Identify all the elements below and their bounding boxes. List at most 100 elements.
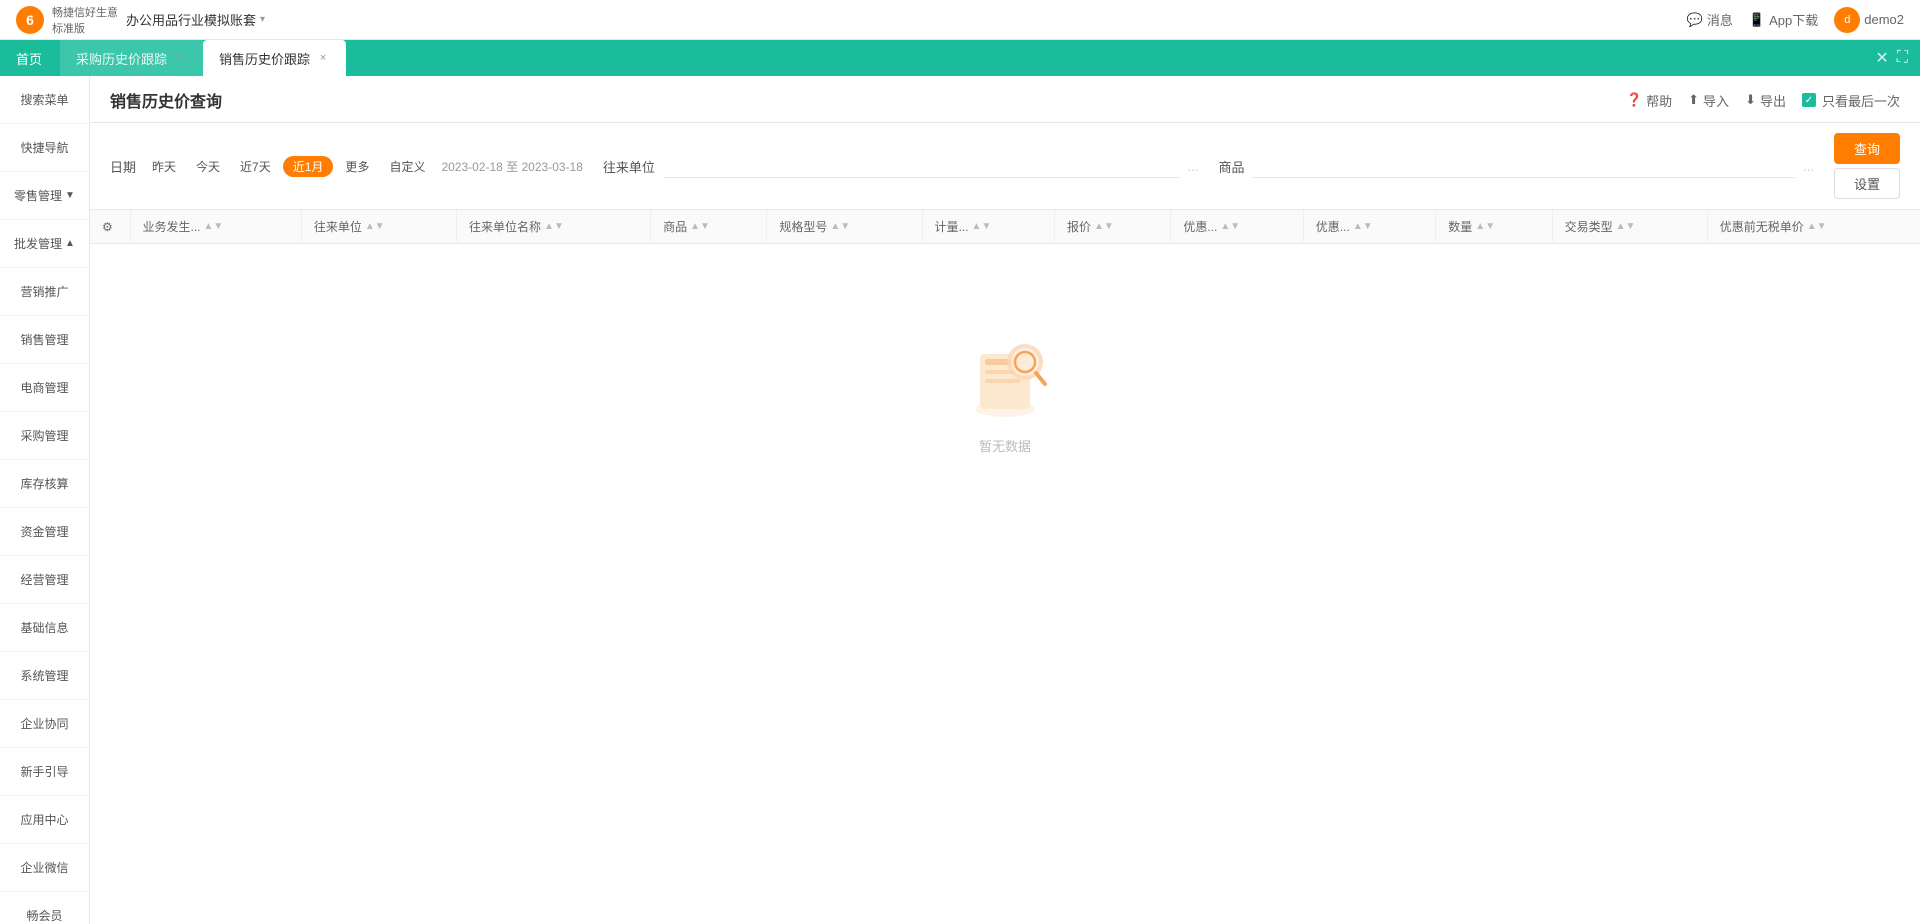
sidebar-item-marketing[interactable]: 营销推广 xyxy=(0,268,89,316)
product-input[interactable] xyxy=(1252,154,1795,178)
retail-mgmt-label: 零售管理 xyxy=(14,187,62,204)
message-button[interactable]: 💬 消息 xyxy=(1687,10,1733,29)
finance-label: 资金管理 xyxy=(20,523,68,540)
sidebar-item-ecommerce[interactable]: 电商管理 xyxy=(0,364,89,412)
query-button[interactable]: 查询 xyxy=(1834,133,1900,164)
tab-sales-history[interactable]: 销售历史价跟踪 × xyxy=(203,40,346,76)
sort-icon: ▲▼ xyxy=(1094,222,1114,232)
sidebar-item-guide[interactable]: 新手引导 xyxy=(0,748,89,796)
system-label: 系统管理 xyxy=(20,667,68,684)
top-bar: 6 畅捷信好生意 标准版 办公用品行业模拟账套 ▾ 💬 消息 📱 App下载 d… xyxy=(0,0,1920,40)
sort-icon: ▲▼ xyxy=(972,222,992,232)
export-button[interactable]: ⬇ 导出 xyxy=(1745,91,1786,110)
sort-icon: ▲▼ xyxy=(1475,222,1495,232)
table-header-unit[interactable]: 计量... ▲▼ xyxy=(922,210,1054,244)
table-header-product[interactable]: 商品 ▲▼ xyxy=(651,210,767,244)
app-title: 畅捷信好生意 标准版 xyxy=(52,4,118,36)
sidebar-item-enterprise[interactable]: 企业协同 xyxy=(0,700,89,748)
sort-icon: ▲▼ xyxy=(830,222,850,232)
close-purchase-tab-icon[interactable]: × xyxy=(173,51,187,65)
help-button[interactable]: ❓ 帮助 xyxy=(1626,91,1672,110)
user-menu-button[interactable]: d demo2 xyxy=(1834,7,1904,33)
sidebar-item-quick-nav[interactable]: 快捷导航 xyxy=(0,124,89,172)
app-center-label: 应用中心 xyxy=(20,811,68,828)
date-today-btn[interactable]: 今天 xyxy=(188,156,228,177)
counterpart-input[interactable] xyxy=(663,154,1180,178)
sidebar-item-finance[interactable]: 资金管理 xyxy=(0,508,89,556)
sort-icon: ▲▼ xyxy=(1220,222,1240,232)
download-icon: 📱 xyxy=(1749,12,1765,28)
product-filter-group: 商品 ... xyxy=(1218,154,1814,178)
inventory-label: 库存核算 xyxy=(20,475,68,492)
sidebar-item-wholesale-mgmt[interactable]: 批发管理 ▲ xyxy=(0,220,89,268)
only-last-checkbox[interactable]: ✓ 只看最后一次 xyxy=(1802,91,1900,110)
page-title-row: 销售历史价查询 ❓ 帮助 ⬆ 导入 ⬇ 导出 ✓ xyxy=(110,88,1900,122)
import-button[interactable]: ⬆ 导入 xyxy=(1688,91,1729,110)
sidebar-item-inventory[interactable]: 库存核算 xyxy=(0,460,89,508)
sidebar-item-search-menu[interactable]: 搜索菜单 xyxy=(0,76,89,124)
date-1month-btn[interactable]: 近1月 xyxy=(283,156,334,177)
export-icon: ⬇ xyxy=(1745,92,1756,108)
date-filter-group: 日期 昨天 今天 近7天 近1月 更多 自定义 2023-02-18 至 202… xyxy=(110,156,583,177)
table-header-discount2[interactable]: 优惠... ▲▼ xyxy=(1303,210,1435,244)
sidebar-item-vip[interactable]: 畅会员 xyxy=(0,892,89,924)
help-icon: ❓ xyxy=(1626,92,1642,108)
sidebar-item-operations[interactable]: 经营管理 xyxy=(0,556,89,604)
table-header: ⚙ 业务发生... ▲▼ 往来单位 ▲▼ xyxy=(90,210,1920,244)
table-header-discount1[interactable]: 优惠... ▲▼ xyxy=(1171,210,1303,244)
table-header-gear[interactable]: ⚙ xyxy=(90,210,130,244)
table-header-counterpart-name[interactable]: 往来单位名称 ▲▼ xyxy=(457,210,651,244)
wholesale-chevron-icon: ▲ xyxy=(65,238,75,249)
import-icon: ⬆ xyxy=(1688,92,1699,108)
sidebar-item-enterprise-wechat[interactable]: 企业微信 xyxy=(0,844,89,892)
table-header-quantity[interactable]: 数量 ▲▼ xyxy=(1436,210,1552,244)
ecommerce-label: 电商管理 xyxy=(20,379,68,396)
sidebar-item-system[interactable]: 系统管理 xyxy=(0,652,89,700)
tab-purchase-history[interactable]: 采购历史价跟踪 × xyxy=(60,40,203,76)
empty-state: 暂无数据 xyxy=(90,244,1920,535)
tab-home[interactable]: 首页 xyxy=(0,40,58,76)
home-tab-label: 首页 xyxy=(16,49,42,68)
sort-icon: ▲▼ xyxy=(1616,222,1636,232)
date-more-btn[interactable]: 更多 xyxy=(337,156,377,177)
table-header-trade-type[interactable]: 交易类型 ▲▼ xyxy=(1552,210,1707,244)
close-sales-tab-icon[interactable]: × xyxy=(316,51,330,65)
empty-text: 暂无数据 xyxy=(979,436,1031,455)
date-7days-btn[interactable]: 近7天 xyxy=(232,156,279,177)
page-header: 销售历史价查询 ❓ 帮助 ⬆ 导入 ⬇ 导出 ✓ xyxy=(90,76,1920,123)
sidebar-item-retail-mgmt[interactable]: 零售管理 ▼ xyxy=(0,172,89,220)
table-header-counterpart[interactable]: 往来单位 ▲▼ xyxy=(301,210,456,244)
table-header-spec[interactable]: 规格型号 ▲▼ xyxy=(767,210,922,244)
empty-illustration xyxy=(955,324,1055,424)
operations-label: 经营管理 xyxy=(20,571,68,588)
expand-icon[interactable]: ⛶ xyxy=(1897,49,1908,67)
enterprise-label: 企业协同 xyxy=(20,715,68,732)
settings-button[interactable]: 设置 xyxy=(1834,168,1900,199)
sort-icon: ▲▼ xyxy=(1353,222,1373,232)
app-selector[interactable]: 办公用品行业模拟账套 ▾ xyxy=(126,10,265,29)
app-download-button[interactable]: 📱 App下载 xyxy=(1749,10,1818,29)
sidebar: 搜索菜单 快捷导航 零售管理 ▼ 批发管理 ▲ 营销推广 销售管理 电商管理 采 xyxy=(0,76,90,924)
date-range-display: 2023-02-18 至 2023-03-18 xyxy=(441,158,582,175)
date-yesterday-btn[interactable]: 昨天 xyxy=(144,156,184,177)
sidebar-item-basic-info[interactable]: 基础信息 xyxy=(0,604,89,652)
close-all-tabs-icon[interactable]: ✕ xyxy=(1875,48,1888,68)
purchase-history-tab-label: 采购历史价跟踪 xyxy=(76,49,167,68)
top-bar-left: 6 畅捷信好生意 标准版 办公用品行业模拟账套 ▾ xyxy=(16,4,265,36)
sidebar-item-purchase-mgmt[interactable]: 采购管理 xyxy=(0,412,89,460)
message-icon: 💬 xyxy=(1687,12,1703,28)
sort-icon: ▲▼ xyxy=(690,222,710,232)
vip-label: 畅会员 xyxy=(26,907,62,924)
checkbox-checked-icon: ✓ xyxy=(1802,93,1816,107)
date-filter-label: 日期 xyxy=(110,157,136,176)
sidebar-item-app-center[interactable]: 应用中心 xyxy=(0,796,89,844)
date-custom-btn[interactable]: 自定义 xyxy=(381,156,433,177)
avatar: d xyxy=(1834,7,1860,33)
table-header-pre-tax-price[interactable]: 优惠前无税单价 ▲▼ xyxy=(1707,210,1920,244)
filter-buttons: 查询 设置 xyxy=(1834,133,1900,199)
sidebar-item-sales-mgmt[interactable]: 销售管理 xyxy=(0,316,89,364)
main-layout: 搜索菜单 快捷导航 零售管理 ▼ 批发管理 ▲ 营销推广 销售管理 电商管理 采 xyxy=(0,76,1920,924)
table-header-quote[interactable]: 报价 ▲▼ xyxy=(1055,210,1171,244)
table-header-biz-date[interactable]: 业务发生... ▲▼ xyxy=(130,210,301,244)
marketing-label: 营销推广 xyxy=(20,283,68,300)
